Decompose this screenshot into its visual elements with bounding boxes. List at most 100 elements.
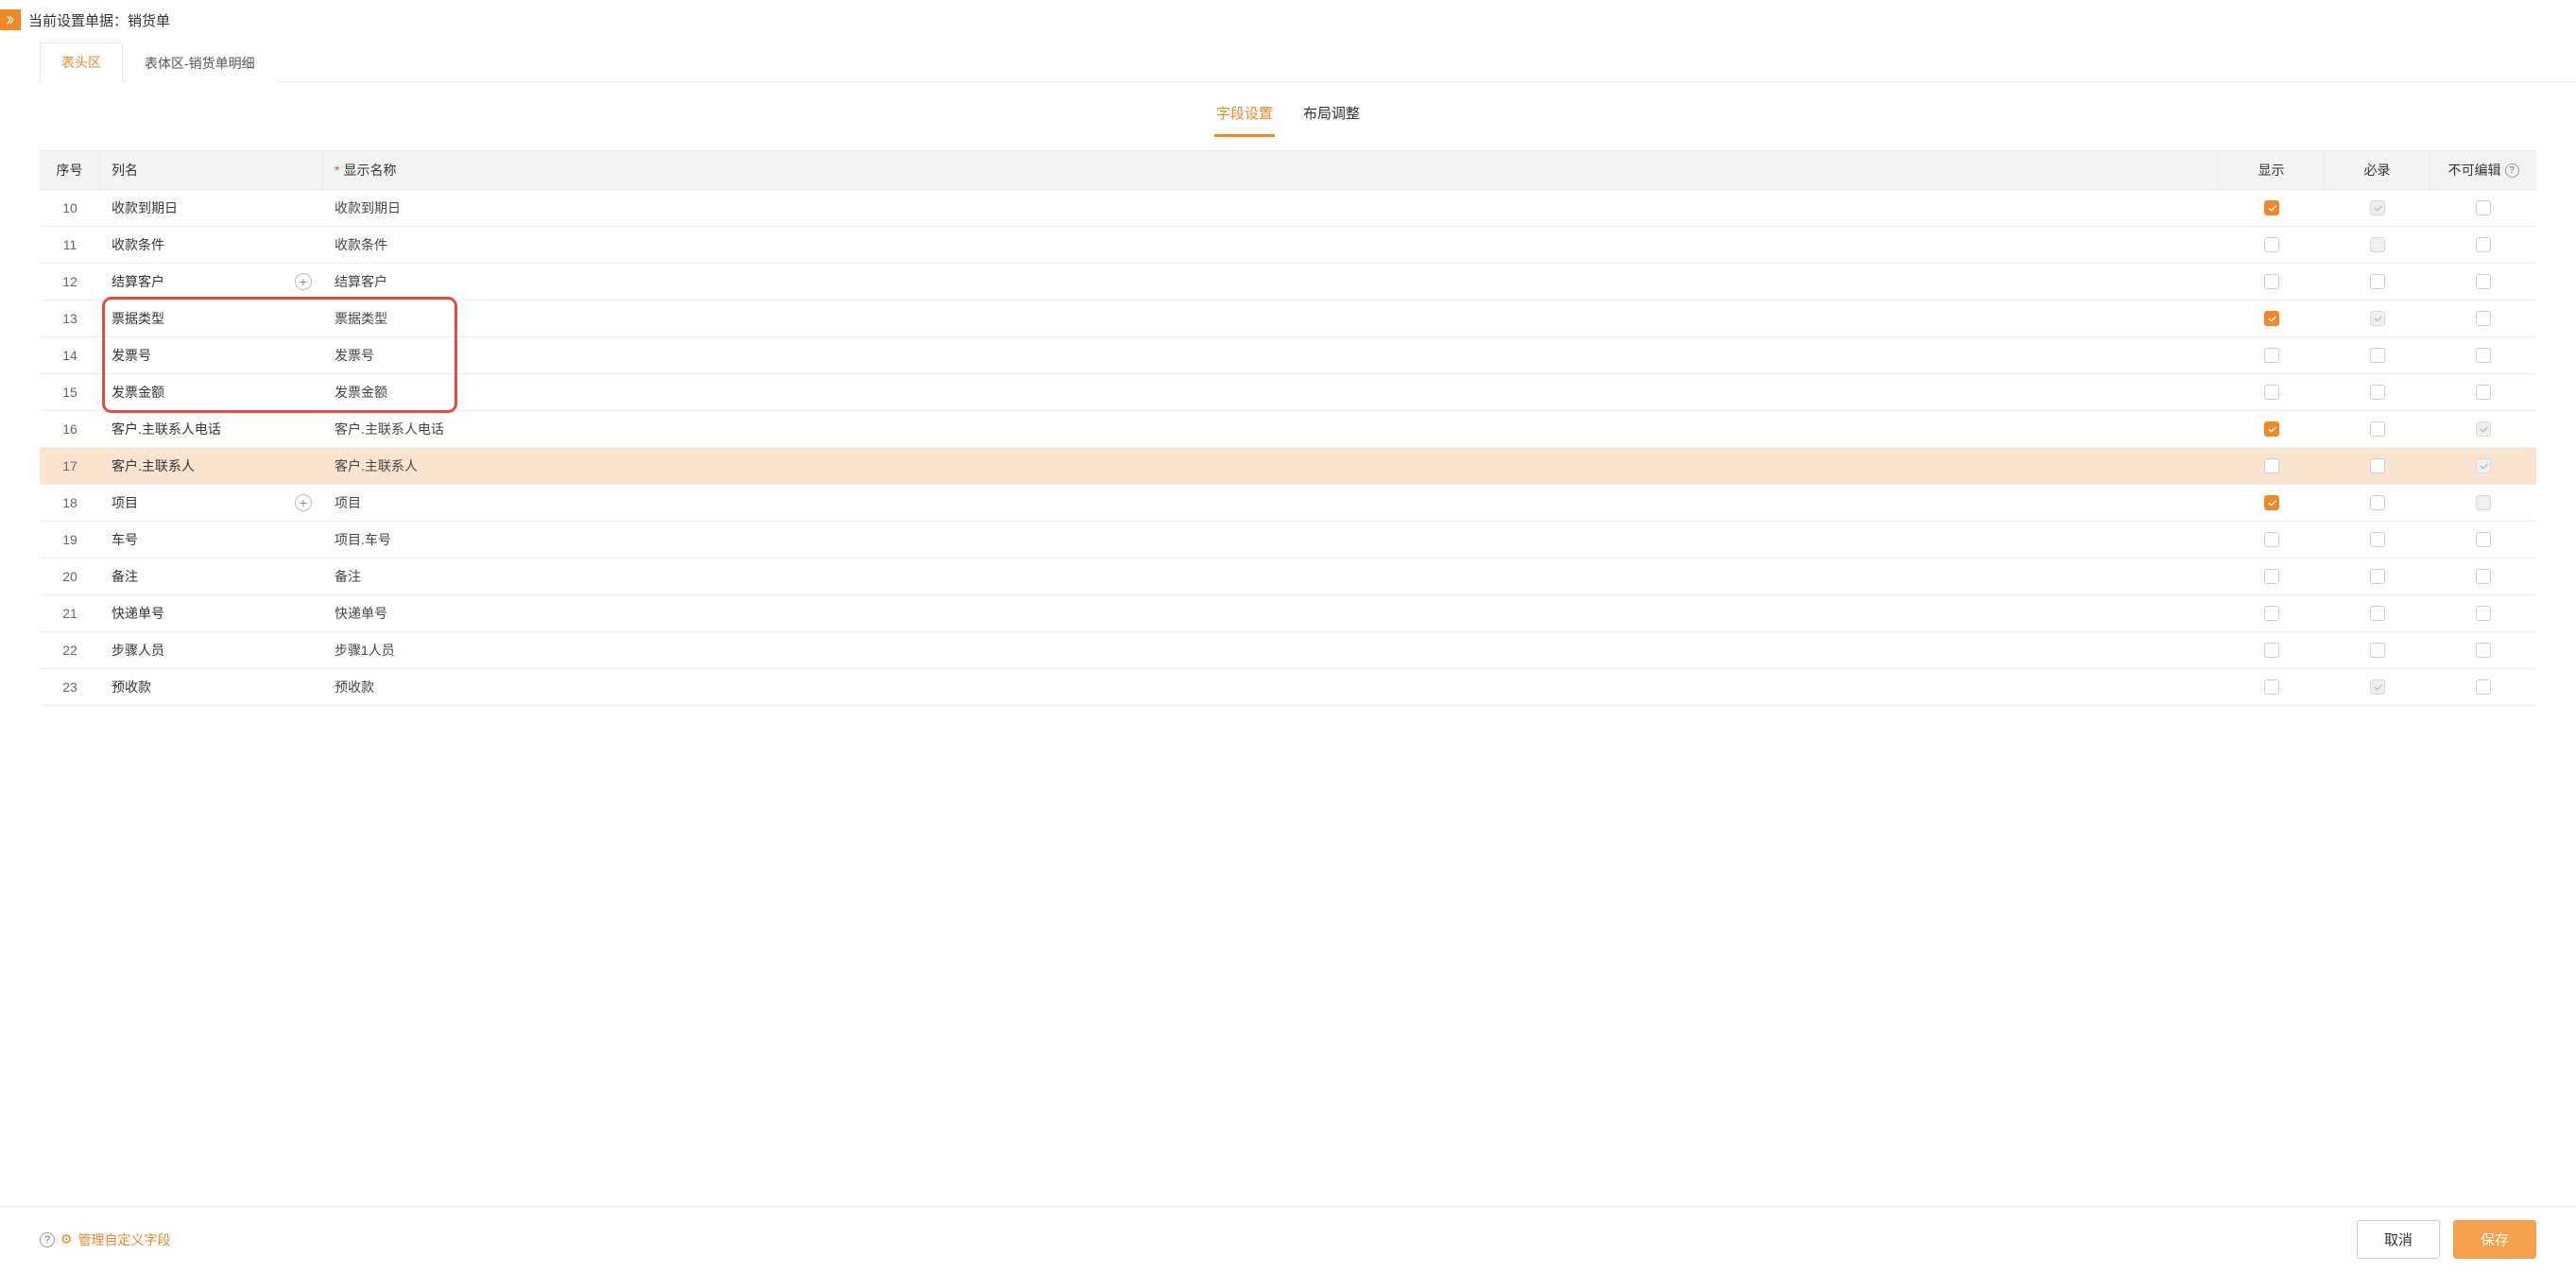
checkbox-readonly[interactable] <box>2476 348 2491 363</box>
th-readonly: 不可编辑 ? <box>2430 151 2536 189</box>
table-row[interactable]: 14发票号发票号 <box>40 337 2536 374</box>
cell-required <box>2325 669 2430 705</box>
checkbox-readonly[interactable] <box>2476 606 2491 621</box>
table-row[interactable]: 18项目+项目 <box>40 485 2536 522</box>
expand-field-icon[interactable]: + <box>295 273 312 290</box>
cell-display-name[interactable]: 步骤1人员 <box>323 632 2219 668</box>
cell-readonly <box>2430 669 2536 705</box>
table-row[interactable]: 20备注备注 <box>40 559 2536 595</box>
checkbox-readonly[interactable] <box>2476 311 2491 326</box>
checkbox-show[interactable] <box>2264 495 2279 510</box>
help-icon[interactable]: ? <box>40 1232 55 1247</box>
cell-required <box>2325 264 2430 300</box>
cell-readonly <box>2430 301 2536 336</box>
checkbox-show[interactable] <box>2264 311 2279 326</box>
table-row[interactable]: 15发票金额发票金额 <box>40 374 2536 411</box>
checkbox-required[interactable] <box>2370 274 2385 289</box>
table-row[interactable]: 10收款到期日收款到期日 <box>40 190 2536 227</box>
cell-display-name[interactable]: 项目.车号 <box>323 522 2219 558</box>
checkbox-readonly[interactable] <box>2476 385 2491 400</box>
checkbox-readonly[interactable] <box>2476 643 2491 658</box>
cell-show <box>2219 669 2325 705</box>
checkbox-show[interactable] <box>2264 274 2279 289</box>
cell-seq: 20 <box>40 559 100 594</box>
checkbox-required[interactable] <box>2370 532 2385 547</box>
cell-readonly <box>2430 485 2536 521</box>
checkbox-show[interactable] <box>2264 200 2279 215</box>
th-display: * 显示名称 <box>323 151 2219 189</box>
cell-readonly <box>2430 632 2536 668</box>
cell-readonly <box>2430 595 2536 631</box>
help-icon[interactable]: ? <box>2505 163 2519 178</box>
checkbox-required[interactable] <box>2370 421 2385 437</box>
cancel-button[interactable]: 取消 <box>2357 1220 2440 1259</box>
checkbox-required[interactable] <box>2370 606 2385 621</box>
checkbox-readonly[interactable] <box>2476 237 2491 252</box>
cell-display-name[interactable]: 快递单号 <box>323 595 2219 631</box>
checkbox-required[interactable] <box>2370 495 2385 510</box>
cell-seq: 22 <box>40 632 100 668</box>
checkbox-show[interactable] <box>2264 385 2279 400</box>
checkbox-readonly[interactable] <box>2476 679 2491 695</box>
cell-required <box>2325 374 2430 410</box>
checkbox-show[interactable] <box>2264 237 2279 252</box>
cell-readonly <box>2430 337 2536 373</box>
cell-display-name[interactable]: 项目 <box>323 485 2219 521</box>
cell-display-name[interactable]: 客户.主联系人电话 <box>323 411 2219 447</box>
table-row[interactable]: 12结算客户+结算客户 <box>40 264 2536 301</box>
cell-show <box>2219 448 2325 484</box>
checkbox-readonly[interactable] <box>2476 274 2491 289</box>
checkbox-show[interactable] <box>2264 569 2279 584</box>
cell-seq: 18 <box>40 485 100 521</box>
cell-seq: 15 <box>40 374 100 410</box>
cell-display-name[interactable]: 备注 <box>323 559 2219 594</box>
cell-colname: 项目+ <box>100 485 323 521</box>
subtab-1[interactable]: 布局调整 <box>1301 97 1362 137</box>
table-row[interactable]: 13票据类型票据类型 <box>40 301 2536 337</box>
cell-readonly <box>2430 374 2536 410</box>
table-row[interactable]: 19车号项目.车号 <box>40 522 2536 559</box>
expand-toggle[interactable] <box>0 9 21 30</box>
cell-colname: 发票号 <box>100 337 323 373</box>
table-row[interactable]: 16客户.主联系人电话客户.主联系人电话 <box>40 411 2536 448</box>
cell-display-name[interactable]: 发票金额 <box>323 374 2219 410</box>
table-row[interactable]: 23预收款预收款 <box>40 669 2536 706</box>
cell-display-name[interactable]: 结算客户 <box>323 264 2219 300</box>
checkbox-readonly[interactable] <box>2476 569 2491 584</box>
cell-display-name[interactable]: 收款到期日 <box>323 190 2219 226</box>
cell-colname: 步骤人员 <box>100 632 323 668</box>
save-button[interactable]: 保存 <box>2453 1220 2536 1259</box>
checkbox-readonly <box>2476 495 2491 510</box>
cell-display-name[interactable]: 票据类型 <box>323 301 2219 336</box>
table-row[interactable]: 21快递单号快递单号 <box>40 595 2536 632</box>
checkbox-show[interactable] <box>2264 421 2279 437</box>
expand-field-icon[interactable]: + <box>295 494 312 511</box>
checkbox-required[interactable] <box>2370 569 2385 584</box>
subtab-0[interactable]: 字段设置 <box>1214 97 1275 137</box>
cell-display-name[interactable]: 收款条件 <box>323 227 2219 263</box>
checkbox-show[interactable] <box>2264 679 2279 695</box>
table-row[interactable]: 11收款条件收款条件 <box>40 227 2536 264</box>
cell-display-name[interactable]: 客户.主联系人 <box>323 448 2219 484</box>
tab-0[interactable]: 表头区 <box>40 43 123 82</box>
checkbox-required[interactable] <box>2370 385 2385 400</box>
cell-readonly <box>2430 264 2536 300</box>
cell-seq: 21 <box>40 595 100 631</box>
checkbox-required[interactable] <box>2370 643 2385 658</box>
cell-display-name[interactable]: 发票号 <box>323 337 2219 373</box>
checkbox-readonly[interactable] <box>2476 532 2491 547</box>
tab-1[interactable]: 表体区-销货单明细 <box>123 43 277 82</box>
checkbox-show[interactable] <box>2264 606 2279 621</box>
checkbox-show[interactable] <box>2264 348 2279 363</box>
cell-seq: 13 <box>40 301 100 336</box>
checkbox-required[interactable] <box>2370 348 2385 363</box>
checkbox-readonly[interactable] <box>2476 200 2491 215</box>
checkbox-show[interactable] <box>2264 458 2279 473</box>
cell-display-name[interactable]: 预收款 <box>323 669 2219 705</box>
checkbox-show[interactable] <box>2264 532 2279 547</box>
checkbox-show[interactable] <box>2264 643 2279 658</box>
table-row[interactable]: 17客户.主联系人客户.主联系人 <box>40 448 2536 485</box>
table-row[interactable]: 22步骤人员步骤1人员 <box>40 632 2536 669</box>
checkbox-required[interactable] <box>2370 458 2385 473</box>
manage-custom-fields-link[interactable]: 管理自定义字段 <box>78 1230 171 1249</box>
